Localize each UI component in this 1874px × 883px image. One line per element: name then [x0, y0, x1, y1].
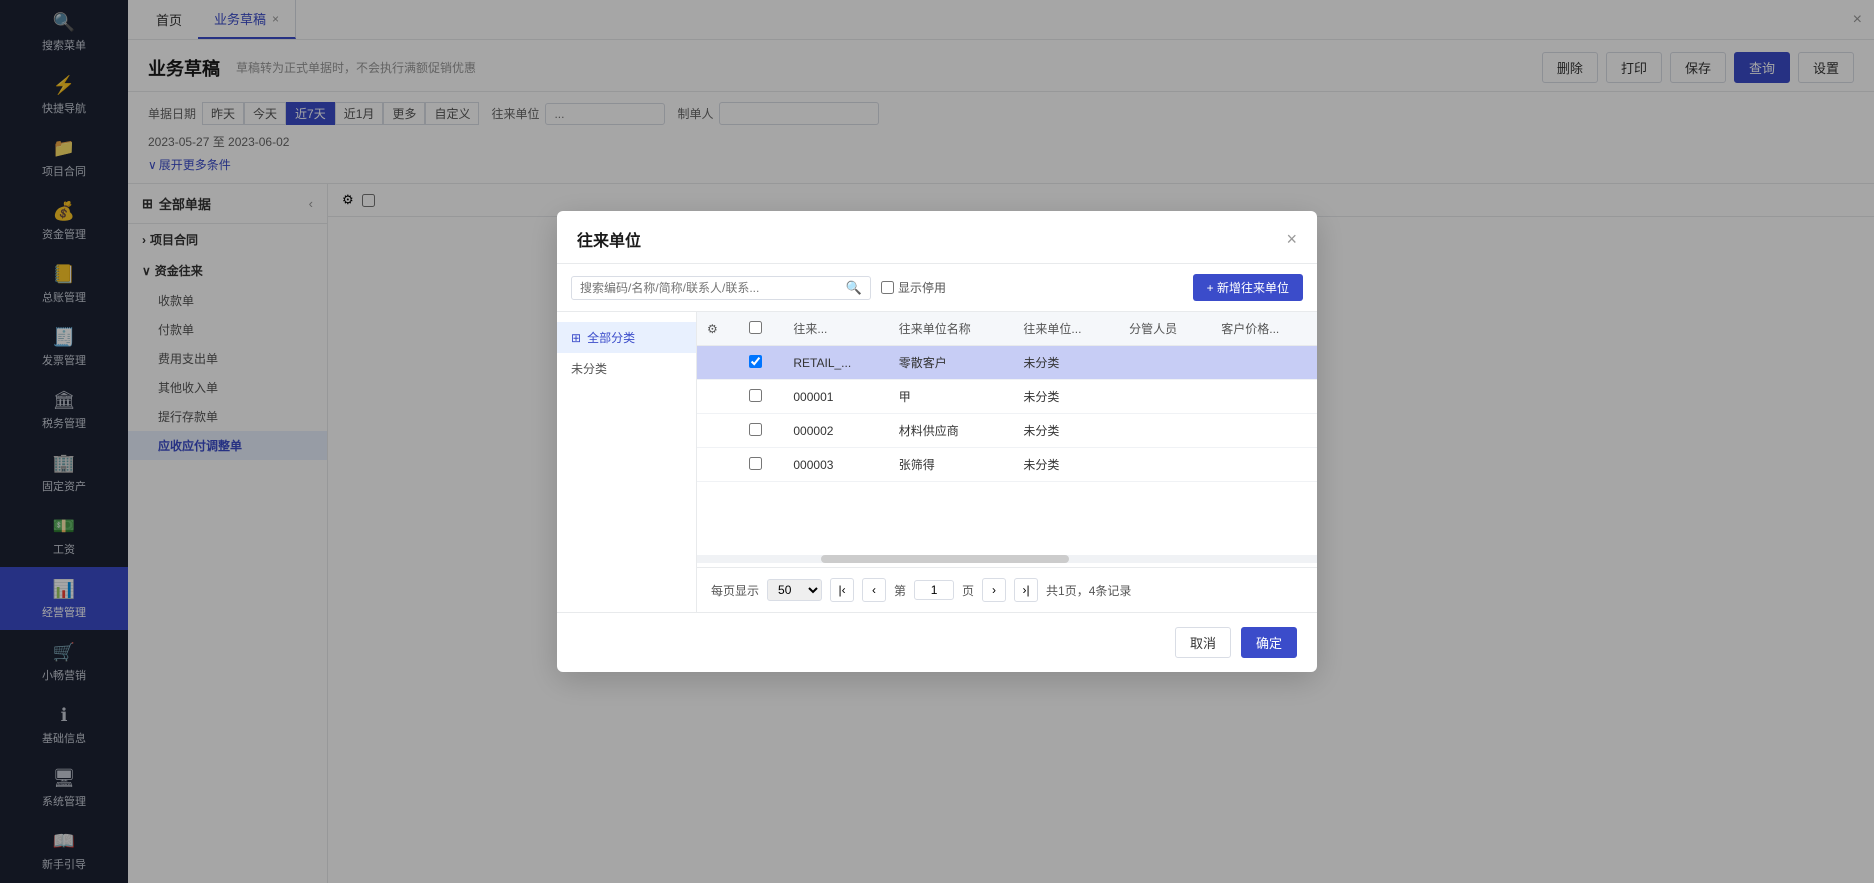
- table-row[interactable]: 000003 张筛得 未分类: [697, 448, 1317, 482]
- row-3-code: 000002: [783, 414, 888, 448]
- row-1-price: [1211, 346, 1317, 380]
- col-select[interactable]: [739, 312, 784, 346]
- dialog-footer: 取消 确定: [557, 612, 1317, 672]
- col-name[interactable]: 往来单位名称: [889, 312, 1014, 346]
- row-4-price: [1211, 448, 1317, 482]
- dialog-search-icon: 🔍: [846, 280, 862, 296]
- confirm-button[interactable]: 确定: [1241, 627, 1297, 658]
- row-3-manager: [1119, 414, 1211, 448]
- row-1-category: 未分类: [1013, 346, 1119, 380]
- dialog-search-input[interactable]: [580, 281, 840, 295]
- pagination: 每页显示 50 100 200 |‹ ‹ 第 页 › ›| 共1页，4: [697, 567, 1317, 612]
- add-partner-button[interactable]: + 新增往来单位: [1193, 274, 1303, 301]
- last-page-button[interactable]: ›|: [1014, 578, 1038, 602]
- col-settings[interactable]: ⚙: [697, 312, 739, 346]
- prev-page-button[interactable]: ‹: [862, 578, 886, 602]
- table-row[interactable]: 000002 材料供应商 未分类: [697, 414, 1317, 448]
- dialog-category-panel: ⊞ 全部分类 未分类: [557, 312, 697, 612]
- partner-dialog: 往来单位 × 🔍 显示停用 + 新增往来单位: [557, 211, 1317, 672]
- row-3-checkbox[interactable]: [749, 423, 762, 436]
- row-4-code: 000003: [783, 448, 888, 482]
- category-all[interactable]: ⊞ 全部分类: [557, 322, 696, 353]
- dialog-header: 往来单位 ×: [557, 211, 1317, 264]
- dialog-toolbar: 🔍 显示停用 + 新增往来单位: [557, 264, 1317, 312]
- col-manager[interactable]: 分管人员: [1119, 312, 1211, 346]
- dialog-overlay: 往来单位 × 🔍 显示停用 + 新增往来单位: [0, 0, 1874, 883]
- table-row[interactable]: RETAIL_... 零散客户 未分类: [697, 346, 1317, 380]
- row-2-price: [1211, 380, 1317, 414]
- row-4-checkbox[interactable]: [749, 457, 762, 470]
- category-uncategorized[interactable]: 未分类: [557, 353, 696, 384]
- dialog-table-panel: ⚙ 往来... 往来单位名称 往来单位... 分管人员 客户价格...: [697, 312, 1317, 612]
- cancel-button[interactable]: 取消: [1175, 627, 1231, 658]
- page-number-input[interactable]: [914, 580, 954, 600]
- page-suffix-label: 页: [962, 582, 974, 599]
- dialog-body: 🔍 显示停用 + 新增往来单位 ⊞ 全部分类 未分类: [557, 264, 1317, 612]
- col-price[interactable]: 客户价格...: [1211, 312, 1317, 346]
- page-prefix-label: 第: [894, 582, 906, 599]
- row-3-name: 材料供应商: [889, 414, 1014, 448]
- dialog-close-button[interactable]: ×: [1286, 229, 1297, 250]
- show-disabled-toggle[interactable]: 显示停用: [881, 279, 946, 296]
- row-1-name: 零散客户: [889, 346, 1014, 380]
- per-page-select[interactable]: 50 100 200: [767, 579, 822, 601]
- col-category[interactable]: 往来单位...: [1013, 312, 1119, 346]
- row-3-price: [1211, 414, 1317, 448]
- row-2-category: 未分类: [1013, 380, 1119, 414]
- row-2-name: 甲: [889, 380, 1014, 414]
- row-1-checkbox[interactable]: [749, 355, 762, 368]
- grid-icon-small: ⊞: [571, 331, 581, 345]
- dialog-title: 往来单位: [577, 227, 641, 251]
- per-page-label: 每页显示: [711, 582, 759, 599]
- row-2-code: 000001: [783, 380, 888, 414]
- total-records-label: 共1页，4条记录: [1046, 582, 1131, 599]
- show-disabled-checkbox[interactable]: [881, 281, 894, 294]
- row-1-manager: [1119, 346, 1211, 380]
- horizontal-scrollbar[interactable]: [697, 555, 1317, 563]
- scrollbar-thumb[interactable]: [821, 555, 1069, 563]
- table-row[interactable]: 000001 甲 未分类: [697, 380, 1317, 414]
- row-4-category: 未分类: [1013, 448, 1119, 482]
- row-4-manager: [1119, 448, 1211, 482]
- partner-table: ⚙ 往来... 往来单位名称 往来单位... 分管人员 客户价格...: [697, 312, 1317, 482]
- dialog-search-box: 🔍: [571, 276, 871, 300]
- row-2-checkbox[interactable]: [749, 389, 762, 402]
- row-1-code: RETAIL_...: [783, 346, 888, 380]
- dialog-table-scroll: ⚙ 往来... 往来单位名称 往来单位... 分管人员 客户价格...: [697, 312, 1317, 551]
- first-page-button[interactable]: |‹: [830, 578, 854, 602]
- dialog-split-content: ⊞ 全部分类 未分类 ⚙: [557, 312, 1317, 612]
- row-2-manager: [1119, 380, 1211, 414]
- row-3-category: 未分类: [1013, 414, 1119, 448]
- next-page-button[interactable]: ›: [982, 578, 1006, 602]
- col-code[interactable]: 往来...: [783, 312, 888, 346]
- row-4-name: 张筛得: [889, 448, 1014, 482]
